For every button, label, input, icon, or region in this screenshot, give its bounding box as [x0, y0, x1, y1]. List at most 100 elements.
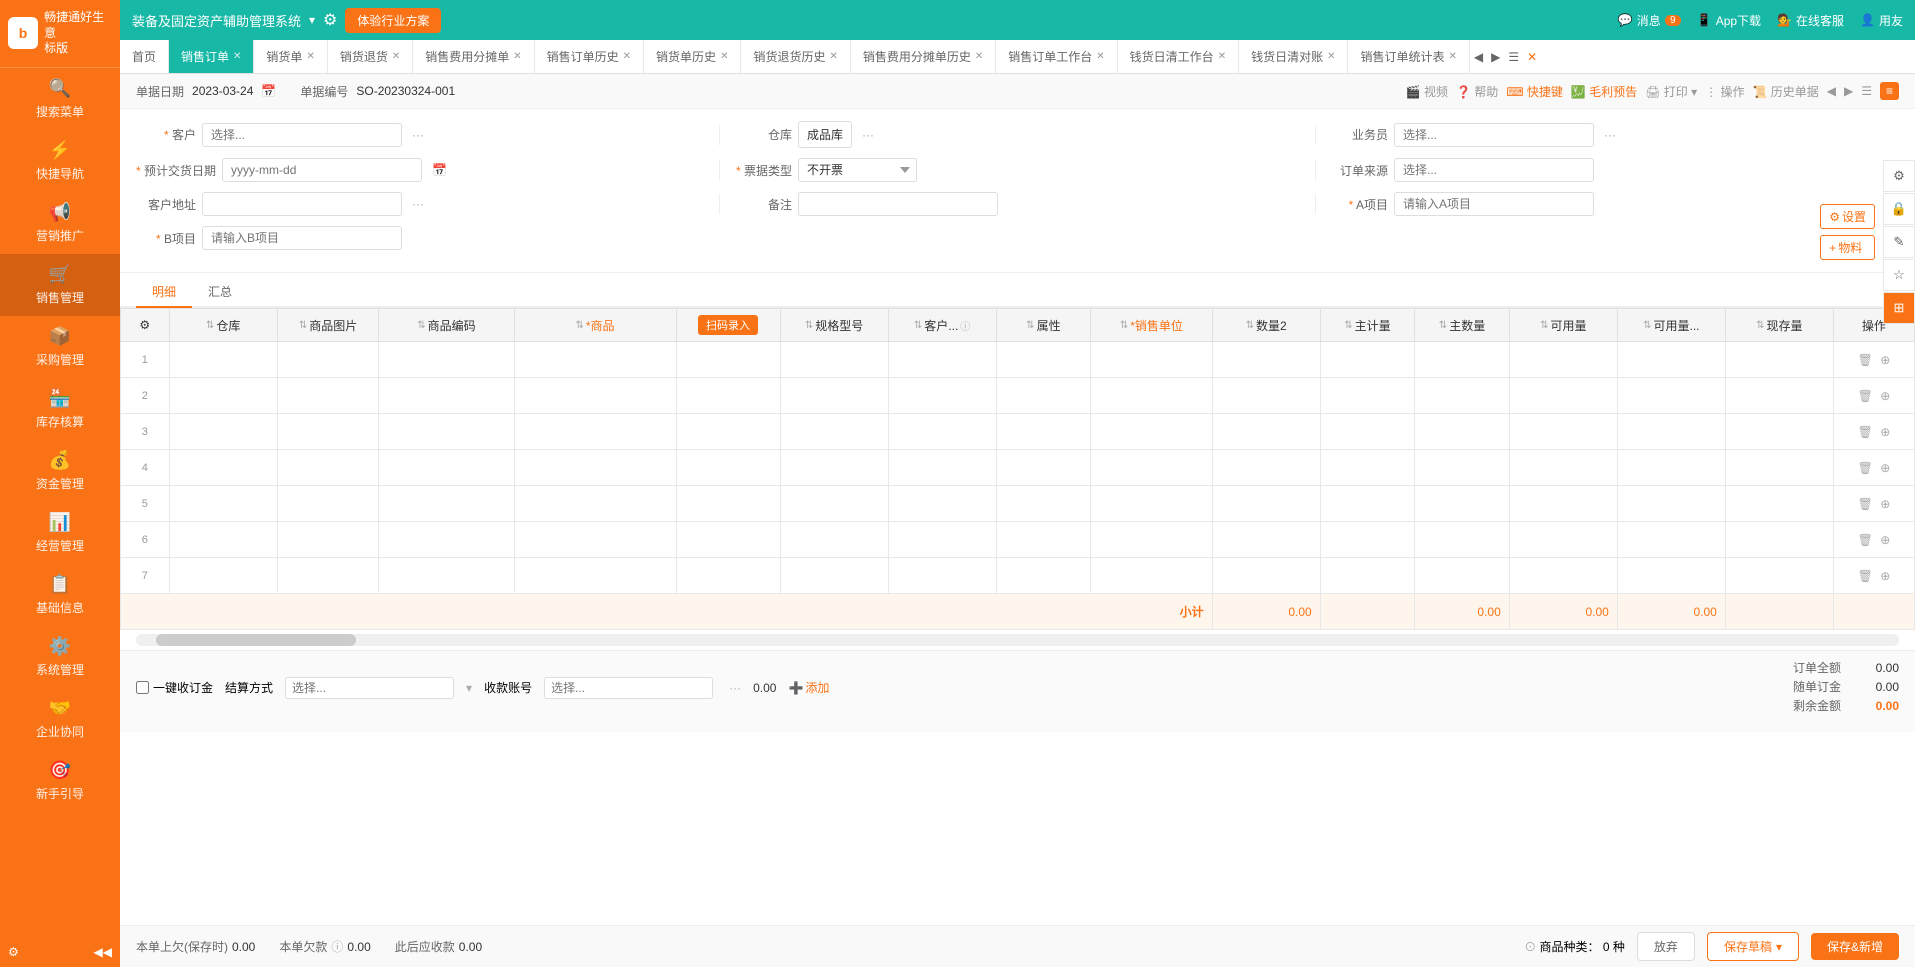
delete-btn-4[interactable]: 🗑	[1858, 461, 1873, 475]
row-qty2-5[interactable]	[1212, 486, 1320, 522]
row-main-unit-2[interactable]	[1320, 378, 1415, 414]
tab-close-sales-stats[interactable]: ✕	[1449, 51, 1457, 62]
row-main-qty-4[interactable]	[1415, 450, 1510, 486]
customer-more-btn[interactable]: ···	[412, 128, 424, 142]
row-main-qty-2[interactable]	[1415, 378, 1510, 414]
sidebar-item-search[interactable]: 🔍 搜索菜单	[0, 68, 120, 130]
row-warehouse-6[interactable]	[169, 522, 277, 558]
shortcut-btn[interactable]: ⌨ 快捷键	[1506, 83, 1563, 100]
ccode-sort-icon[interactable]: ⇅	[914, 320, 922, 331]
scroll-thumb[interactable]	[156, 634, 356, 646]
tab-close-daily-clear[interactable]: ✕	[1218, 51, 1226, 62]
add-payment-btn[interactable]: ➕ 添加	[788, 679, 829, 696]
settings-icon-topbar[interactable]: ⚙	[323, 10, 337, 30]
sidebar-item-base-info[interactable]: 📋 基础信息	[0, 564, 120, 626]
row-attr-7[interactable]	[996, 558, 1091, 594]
customer-input[interactable]	[202, 123, 402, 147]
tab-close-daily-reconcile[interactable]: ✕	[1327, 51, 1335, 62]
row-main-qty-5[interactable]	[1415, 486, 1510, 522]
copy-btn-1[interactable]: ⊕	[1880, 353, 1890, 367]
tab-sales-invoice-history[interactable]: 销货单历史 ✕	[644, 40, 741, 73]
float-star-btn[interactable]: ☆	[1883, 259, 1915, 291]
receipt-more-btn[interactable]: ···	[729, 681, 741, 695]
row-available-6[interactable]	[1509, 522, 1617, 558]
sidebar-item-purchase[interactable]: 📦 采购管理	[0, 316, 120, 378]
sidebar-item-system[interactable]: ⚙️ 系统管理	[0, 626, 120, 688]
notes-input[interactable]	[798, 192, 998, 216]
row-available-4[interactable]	[1509, 450, 1617, 486]
delete-btn-2[interactable]: 🗑	[1858, 389, 1873, 403]
row-main-unit-3[interactable]	[1320, 414, 1415, 450]
info-icon[interactable]: ⓘ	[960, 318, 970, 333]
copy-btn-2[interactable]: ⊕	[1880, 389, 1890, 403]
warehouse-value[interactable]: 成品库	[798, 121, 852, 148]
row-ccode-6[interactable]	[888, 522, 996, 558]
code-sort-icon[interactable]: ⇅	[417, 320, 425, 331]
sidebar-item-marketing[interactable]: 📢 营销推广	[0, 192, 120, 254]
tab-sales-expense[interactable]: 销售费用分摊单 ✕	[413, 40, 534, 73]
message-btn[interactable]: 💬 消息 9	[1618, 12, 1681, 29]
profit-forecast-btn[interactable]: 💹 毛利预告	[1571, 83, 1637, 100]
row-main-unit-4[interactable]	[1320, 450, 1415, 486]
online-service-btn[interactable]: 💁 在线客服	[1777, 12, 1844, 29]
row-qty2-3[interactable]	[1212, 414, 1320, 450]
row-available2-1[interactable]	[1617, 342, 1725, 378]
unit-sort-icon[interactable]: ⇅	[1120, 320, 1128, 331]
row-qty2-6[interactable]	[1212, 522, 1320, 558]
stock-sort-icon[interactable]: ⇅	[1756, 320, 1764, 331]
row-code-7[interactable]	[379, 558, 514, 594]
tab-daily-reconcile[interactable]: 钱货日清对账 ✕	[1239, 40, 1348, 73]
warehouse-sort-icon[interactable]: ⇅	[206, 320, 214, 331]
sidebar-item-guide[interactable]: 🎯 新手引导	[0, 750, 120, 812]
collapse-icon[interactable]: ◀◀	[94, 945, 112, 959]
row-warehouse-1[interactable]	[169, 342, 277, 378]
row-available2-3[interactable]	[1617, 414, 1725, 450]
row-attr-3[interactable]	[996, 414, 1091, 450]
tabs-menu[interactable]: ☰	[1504, 50, 1523, 64]
row-ccode-4[interactable]	[888, 450, 996, 486]
image-sort-icon[interactable]: ⇅	[299, 320, 307, 331]
row-image-6[interactable]	[277, 522, 379, 558]
row-image-7[interactable]	[277, 558, 379, 594]
row-main-qty-6[interactable]	[1415, 522, 1510, 558]
delete-btn-6[interactable]: 🗑	[1858, 533, 1873, 547]
sidebar-item-operations[interactable]: 📊 经营管理	[0, 502, 120, 564]
sidebar-item-finance[interactable]: 💰 资金管理	[0, 440, 120, 502]
tab-close-sales-return[interactable]: ✕	[392, 51, 400, 62]
calendar2-icon[interactable]: 📅	[432, 163, 447, 177]
delivery-date-input[interactable]	[222, 158, 422, 182]
row-warehouse-2[interactable]	[169, 378, 277, 414]
one-key-checkout-input[interactable]	[136, 681, 149, 694]
row-available-3[interactable]	[1509, 414, 1617, 450]
save-draft-btn[interactable]: 保存草稿 ▾	[1707, 932, 1799, 961]
owe-info-icon[interactable]: ⓘ	[331, 938, 343, 955]
app-download-btn[interactable]: 📱 App下载	[1697, 12, 1761, 29]
order-source-input[interactable]	[1394, 158, 1594, 182]
row-available-1[interactable]	[1509, 342, 1617, 378]
discard-btn[interactable]: 放弃	[1637, 932, 1695, 961]
row-warehouse-5[interactable]	[169, 486, 277, 522]
tab-close-sales-order-history[interactable]: ✕	[623, 51, 631, 62]
copy-btn-7[interactable]: ⊕	[1880, 569, 1890, 583]
row-image-5[interactable]	[277, 486, 379, 522]
row-stock-3[interactable]	[1725, 414, 1833, 450]
delete-btn-5[interactable]: 🗑	[1858, 497, 1873, 511]
goods-sort-icon[interactable]: ⇅	[576, 320, 584, 331]
row-available2-4[interactable]	[1617, 450, 1725, 486]
row-spec-4[interactable]	[780, 450, 888, 486]
row-code-6[interactable]	[379, 522, 514, 558]
warehouse-more-btn[interactable]: ···	[862, 128, 874, 142]
row-spec-5[interactable]	[780, 486, 888, 522]
copy-btn-4[interactable]: ⊕	[1880, 461, 1890, 475]
row-ccode-7[interactable]	[888, 558, 996, 594]
row-code-1[interactable]	[379, 342, 514, 378]
row-main-unit-1[interactable]	[1320, 342, 1415, 378]
payment-method-select[interactable]	[285, 677, 454, 699]
row-attr-4[interactable]	[996, 450, 1091, 486]
qty2-sort-icon[interactable]: ⇅	[1246, 320, 1254, 331]
copy-btn-3[interactable]: ⊕	[1880, 425, 1890, 439]
row-code-2[interactable]	[379, 378, 514, 414]
row-stock-2[interactable]	[1725, 378, 1833, 414]
tab-expense-history[interactable]: 销售费用分摊单历史 ✕	[851, 40, 996, 73]
tab-close-sales-invoice[interactable]: ✕	[306, 51, 314, 62]
